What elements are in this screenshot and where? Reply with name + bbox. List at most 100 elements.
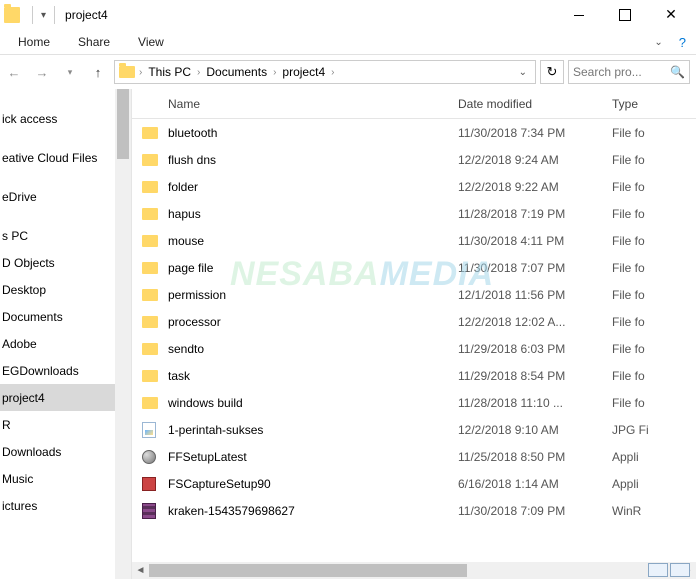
address-row: ← → ▾ ↑ › This PC › Documents › project4… xyxy=(0,55,696,89)
nav-item[interactable]: ictures xyxy=(0,492,131,519)
horizontal-scrollbar[interactable]: ◄ ► xyxy=(132,562,696,579)
file-row[interactable]: hapus11/28/2018 7:19 PMFile fo xyxy=(132,200,696,227)
large-icons-view-icon[interactable] xyxy=(670,563,690,577)
breadcrumb-sep-icon[interactable]: › xyxy=(197,67,200,78)
search-icon: 🔍 xyxy=(670,65,685,79)
file-date: 11/28/2018 7:19 PM xyxy=(458,207,612,221)
breadcrumb-this-pc[interactable]: This PC xyxy=(144,65,195,79)
file-name: task xyxy=(168,369,458,383)
help-button[interactable]: ? xyxy=(673,31,692,54)
tab-share[interactable]: Share xyxy=(64,31,124,53)
scroll-left-icon[interactable]: ◄ xyxy=(132,562,149,579)
file-name: hapus xyxy=(168,207,458,221)
up-button[interactable]: ↑ xyxy=(86,60,110,84)
breadcrumb-sep-icon[interactable]: › xyxy=(331,67,334,78)
file-row[interactable]: page file11/30/2018 7:07 PMFile fo xyxy=(132,254,696,281)
details-view-icon[interactable] xyxy=(648,563,668,577)
file-row[interactable]: kraken-154357969862711/30/2018 7:09 PMWi… xyxy=(132,497,696,524)
file-row[interactable]: task11/29/2018 8:54 PMFile fo xyxy=(132,362,696,389)
recent-locations-chevron-icon[interactable]: ▾ xyxy=(58,60,82,84)
maximize-button[interactable] xyxy=(602,0,648,30)
file-name: windows build xyxy=(168,396,458,410)
file-row[interactable]: mouse11/30/2018 4:11 PMFile fo xyxy=(132,227,696,254)
file-date: 11/29/2018 6:03 PM xyxy=(458,342,612,356)
file-date: 11/30/2018 7:09 PM xyxy=(458,504,612,518)
breadcrumb-sep-icon[interactable]: › xyxy=(273,67,276,78)
file-row[interactable]: sendto11/29/2018 6:03 PMFile fo xyxy=(132,335,696,362)
nav-scrollbar[interactable] xyxy=(115,89,131,579)
title-bar: ▾ project4 ✕ xyxy=(0,0,696,30)
nav-item[interactable]: EGDownloads xyxy=(0,357,131,384)
file-row[interactable]: bluetooth11/30/2018 7:34 PMFile fo xyxy=(132,119,696,146)
nav-item[interactable]: Downloads xyxy=(0,438,131,465)
address-bar[interactable]: › This PC › Documents › project4 › ⌄ xyxy=(114,60,536,84)
column-type[interactable]: Type xyxy=(612,97,696,111)
nav-item[interactable]: s PC xyxy=(0,222,131,249)
nav-item[interactable]: project4 xyxy=(0,384,131,411)
file-date: 11/25/2018 8:50 PM xyxy=(458,450,612,464)
file-type: Appli xyxy=(612,450,696,464)
file-name: mouse xyxy=(168,234,458,248)
nav-item[interactable]: Documents xyxy=(0,303,131,330)
refresh-button[interactable]: ↻ xyxy=(540,60,564,84)
nav-item[interactable]: D Objects xyxy=(0,249,131,276)
folder-icon xyxy=(4,7,20,23)
minimize-button[interactable] xyxy=(556,0,602,30)
address-dropdown-chevron-icon[interactable]: ⌄ xyxy=(515,67,531,78)
search-placeholder: Search pro... xyxy=(573,65,666,79)
window-title: project4 xyxy=(65,8,108,22)
nav-item[interactable]: eDrive xyxy=(0,183,131,210)
file-row[interactable]: permission12/1/2018 11:56 PMFile fo xyxy=(132,281,696,308)
file-row[interactable]: windows build11/28/2018 11:10 ...File fo xyxy=(132,389,696,416)
file-row[interactable]: processor12/2/2018 12:02 A...File fo xyxy=(132,308,696,335)
file-name: folder xyxy=(168,180,458,194)
back-button[interactable]: ← xyxy=(2,60,26,84)
file-date: 11/30/2018 7:07 PM xyxy=(458,261,612,275)
nav-scroll-thumb[interactable] xyxy=(117,89,129,159)
forward-button[interactable]: → xyxy=(30,60,54,84)
file-date: 12/1/2018 11:56 PM xyxy=(458,288,612,302)
folder-icon xyxy=(119,66,135,78)
breadcrumb-sep-icon[interactable]: › xyxy=(139,67,142,78)
nav-item[interactable]: eative Cloud Files xyxy=(0,144,131,171)
file-date: 12/2/2018 9:24 AM xyxy=(458,153,612,167)
folder-icon xyxy=(142,208,158,220)
file-row[interactable]: flush dns12/2/2018 9:24 AMFile fo xyxy=(132,146,696,173)
file-type: File fo xyxy=(612,207,696,221)
breadcrumb-documents[interactable]: Documents xyxy=(202,65,271,79)
file-name: processor xyxy=(168,315,458,329)
file-row[interactable]: folder12/2/2018 9:22 AMFile fo xyxy=(132,173,696,200)
breadcrumb-project4[interactable]: project4 xyxy=(278,65,329,79)
file-date: 12/2/2018 9:10 AM xyxy=(458,423,612,437)
column-name[interactable]: Name xyxy=(168,97,458,111)
file-type: File fo xyxy=(612,315,696,329)
folder-icon xyxy=(142,235,158,247)
nav-item[interactable]: R xyxy=(0,411,131,438)
file-date: 6/16/2018 1:14 AM xyxy=(458,477,612,491)
file-row[interactable]: 1-perintah-sukses12/2/2018 9:10 AMJPG Fi xyxy=(132,416,696,443)
file-row[interactable]: FSCaptureSetup906/16/2018 1:14 AMAppli xyxy=(132,470,696,497)
nav-item[interactable]: Music xyxy=(0,465,131,492)
nav-item[interactable]: ick access xyxy=(0,105,131,132)
tab-view[interactable]: View xyxy=(124,31,178,53)
file-type: File fo xyxy=(612,342,696,356)
search-input[interactable]: Search pro... 🔍 xyxy=(568,60,690,84)
nav-item[interactable]: Adobe xyxy=(0,330,131,357)
file-name: kraken-1543579698627 xyxy=(168,504,458,518)
file-name: 1-perintah-sukses xyxy=(168,423,458,437)
file-type: File fo xyxy=(612,288,696,302)
nav-item[interactable]: Desktop xyxy=(0,276,131,303)
file-row[interactable]: FFSetupLatest11/25/2018 8:50 PMAppli xyxy=(132,443,696,470)
file-type: File fo xyxy=(612,153,696,167)
file-type: JPG Fi xyxy=(612,423,696,437)
quick-access-chevron-icon[interactable]: ▾ xyxy=(41,10,46,21)
navigation-pane: ick access eative Cloud Files eDrive s PCD … xyxy=(0,89,132,579)
file-type: File fo xyxy=(612,261,696,275)
ribbon-collapse-chevron-icon[interactable]: ⌄ xyxy=(644,33,672,52)
scroll-thumb[interactable] xyxy=(149,564,467,577)
tab-home[interactable]: Home xyxy=(4,31,64,53)
close-button[interactable]: ✕ xyxy=(648,0,694,30)
archive-icon xyxy=(142,503,156,519)
divider xyxy=(54,6,55,24)
column-date[interactable]: Date modified xyxy=(458,97,612,111)
